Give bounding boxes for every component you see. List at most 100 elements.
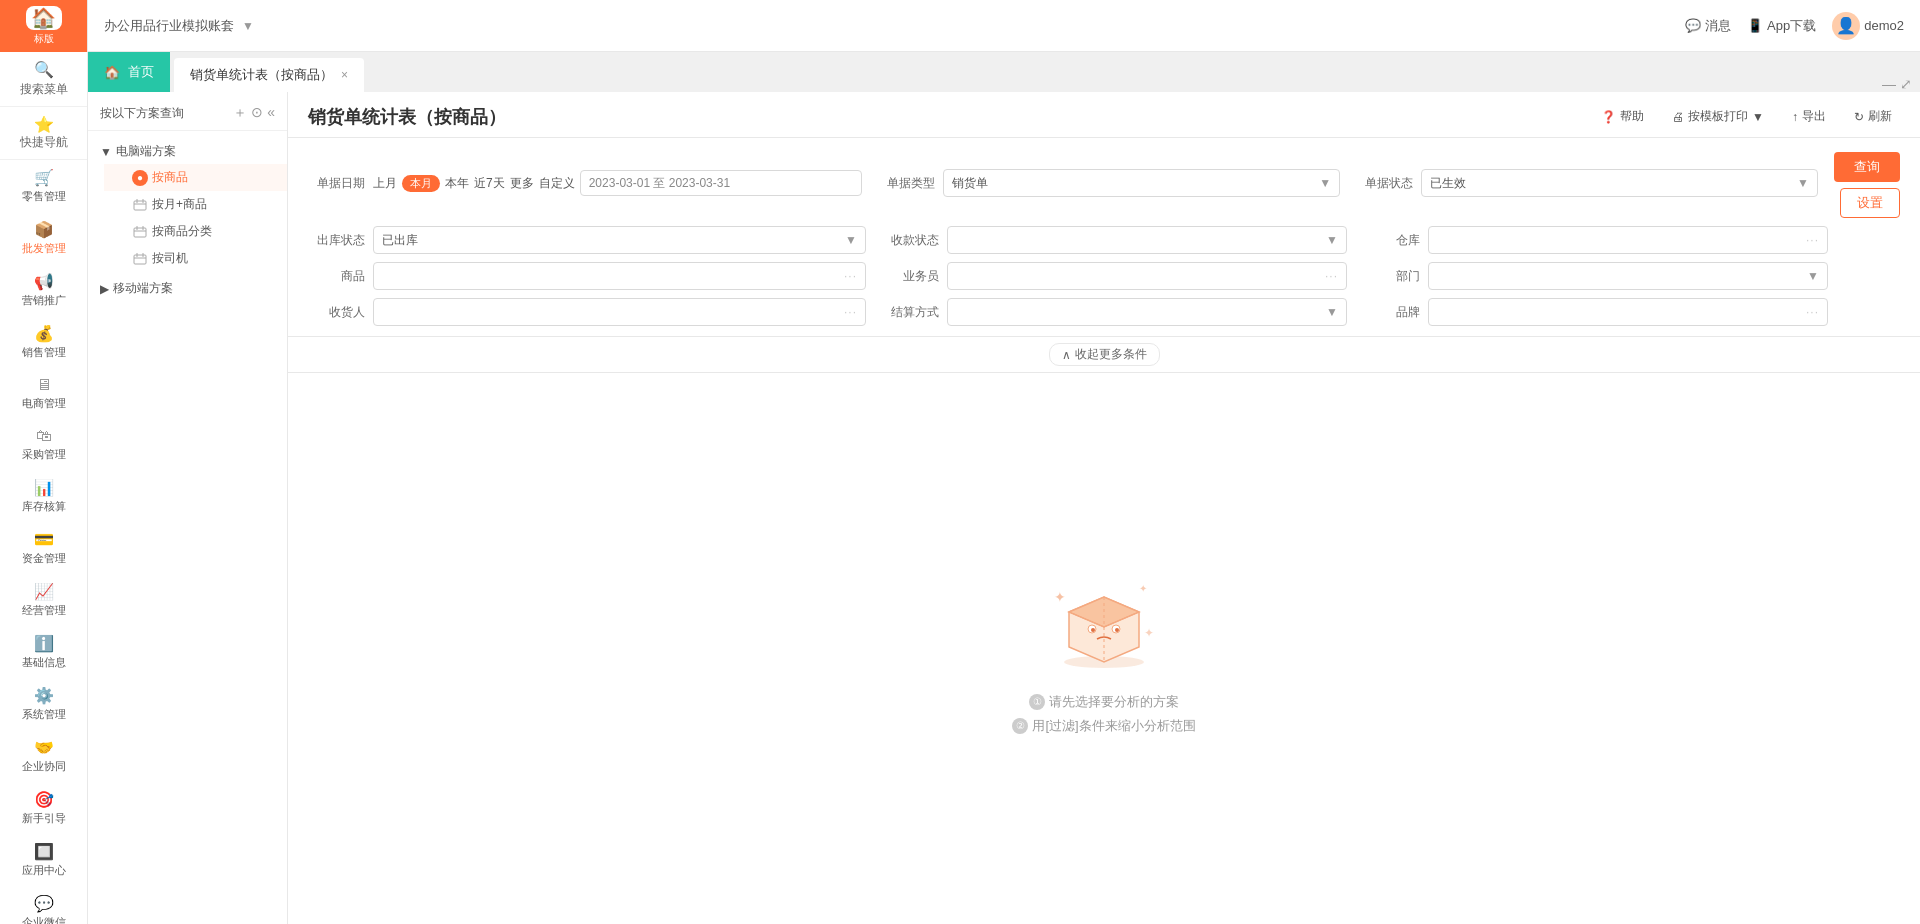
department-label: 部门 bbox=[1363, 268, 1428, 285]
brand-select[interactable]: ··· bbox=[1428, 298, 1828, 326]
out-status-value: 已出库 bbox=[382, 232, 418, 249]
sidebar-item-ecom[interactable]: 🖥 电商管理 bbox=[0, 368, 87, 419]
date-this-year[interactable]: 本年 bbox=[445, 175, 469, 192]
settings-scheme-icon[interactable]: ⊙ bbox=[251, 104, 263, 122]
export-button[interactable]: ↑ 导出 bbox=[1784, 104, 1834, 129]
hint1-text: 请先选择要分析的方案 bbox=[1049, 693, 1179, 711]
receiver-cell: 收货人 ··· bbox=[308, 298, 866, 326]
tab-minimize-icon[interactable]: — bbox=[1882, 76, 1896, 92]
department-select[interactable]: ▼ bbox=[1428, 262, 1828, 290]
sidebar-item-inventory[interactable]: 📊 库存核算 bbox=[0, 470, 87, 522]
salesperson-select[interactable]: ··· bbox=[947, 262, 1347, 290]
collapse-panel-icon[interactable]: « bbox=[267, 104, 275, 122]
query-button[interactable]: 查询 bbox=[1834, 152, 1900, 182]
empty-state: ✦ ✦ ✦ ① 请先选择要分析的方案 ② 用[过滤]条件来缩小分析范围 bbox=[288, 373, 1920, 924]
receiver-select[interactable]: ··· bbox=[373, 298, 866, 326]
topbar-title: 办公用品行业模拟账套 bbox=[104, 17, 234, 35]
filter-tree-group-mobile-header[interactable]: ▶ 移动端方案 bbox=[88, 276, 287, 301]
tab-maximize-icon[interactable]: ⤢ bbox=[1900, 76, 1912, 92]
date-last-month[interactable]: 上月 bbox=[373, 175, 397, 192]
export-icon: ↑ bbox=[1792, 110, 1798, 124]
message-button[interactable]: 💬 消息 bbox=[1685, 17, 1731, 35]
sidebar-item-sales[interactable]: 💰 销售管理 bbox=[0, 316, 87, 368]
settings-button[interactable]: 设置 bbox=[1840, 188, 1900, 218]
svg-rect-8 bbox=[134, 255, 146, 264]
receipt-status-arrow-icon: ▼ bbox=[1326, 233, 1338, 247]
date-more[interactable]: 更多 bbox=[510, 175, 534, 192]
tab-home[interactable]: 🏠 首页 bbox=[88, 52, 170, 92]
sidebar-item-marketing[interactable]: 📢 营销推广 bbox=[0, 264, 87, 316]
filter-item-by-category[interactable]: 按商品分类 bbox=[104, 218, 287, 245]
month-product-label: 按月+商品 bbox=[152, 196, 207, 213]
payment-select[interactable]: ▼ bbox=[947, 298, 1347, 326]
filter-tree-group-pc: ▼ 电脑端方案 ● 按商品 按月+商品 bbox=[88, 139, 287, 272]
filter-item-by-cashier[interactable]: 按司机 bbox=[104, 245, 287, 272]
svg-text:✦: ✦ bbox=[1144, 626, 1154, 640]
receipt-status-select[interactable]: ▼ bbox=[947, 226, 1347, 254]
active-tab-label: 销货单统计表（按商品） bbox=[190, 66, 333, 84]
sidebar-item-enterprise[interactable]: 🤝 企业协同 bbox=[0, 730, 87, 782]
add-scheme-icon[interactable]: ＋ bbox=[233, 104, 247, 122]
home-icon: 🏠 bbox=[104, 65, 120, 80]
app-download-button[interactable]: 📱 App下载 bbox=[1747, 17, 1816, 35]
doc-status-select[interactable]: 已生效 ▼ bbox=[1421, 169, 1818, 197]
sidebar-item-purchase[interactable]: 🛍 采购管理 bbox=[0, 419, 87, 470]
query-buttons: 查询 设置 bbox=[1834, 148, 1900, 218]
product-cell: 商品 ··· bbox=[308, 262, 866, 290]
group-mobile-label: 移动端方案 bbox=[113, 280, 173, 297]
topbar-dropdown-icon[interactable]: ▼ bbox=[242, 19, 254, 33]
expand-icon: ▼ bbox=[100, 145, 112, 159]
collapse-button[interactable]: ∧ 收起更多条件 bbox=[1049, 343, 1160, 366]
help-button[interactable]: ❓ 帮助 bbox=[1593, 104, 1652, 129]
sidebar-item-finance[interactable]: 💳 资金管理 bbox=[0, 522, 87, 574]
refresh-icon: ↻ bbox=[1854, 110, 1864, 124]
sidebar-item-system[interactable]: ⚙️ 系统管理 bbox=[0, 678, 87, 730]
template-print-button[interactable]: 🖨 按模板打印 ▼ bbox=[1664, 104, 1772, 129]
export-label: 导出 bbox=[1802, 108, 1826, 125]
sidebar-item-guide[interactable]: 🎯 新手引导 bbox=[0, 782, 87, 834]
doc-type-select[interactable]: 销货单 ▼ bbox=[943, 169, 1340, 197]
sidebar-item-basic[interactable]: ℹ️ 基础信息 bbox=[0, 626, 87, 678]
brand-label: 品牌 bbox=[1363, 304, 1428, 321]
hint2-num: ② bbox=[1012, 718, 1028, 734]
filter-tree-sub-pc: ● 按商品 按月+商品 bbox=[88, 164, 287, 272]
category-icon bbox=[132, 224, 148, 240]
svg-point-15 bbox=[1091, 628, 1095, 632]
page-title: 销货单统计表（按商品） bbox=[308, 105, 506, 129]
out-status-select[interactable]: 已出库 ▼ bbox=[373, 226, 866, 254]
tab-active[interactable]: 销货单统计表（按商品） × bbox=[174, 58, 364, 92]
product-label: 商品 bbox=[308, 268, 373, 285]
date-this-month-badge[interactable]: 本月 bbox=[402, 175, 440, 192]
sidebar-item-operation[interactable]: 📈 经营管理 bbox=[0, 574, 87, 626]
filter-panel: 按以下方案查询 ＋ ⊙ « ▼ 电脑端方案 ● 按商品 bbox=[88, 92, 288, 924]
sidebar-item-wechat[interactable]: 💬 企业微信 bbox=[0, 886, 87, 924]
sidebar-item-appstore[interactable]: 🔲 应用中心 bbox=[0, 834, 87, 886]
sidebar-item-retail[interactable]: 🛒 零售管理 bbox=[0, 160, 87, 212]
sidebar-search[interactable]: 🔍 搜索菜单 bbox=[0, 52, 87, 107]
filter-item-by-month-product[interactable]: 按月+商品 bbox=[104, 191, 287, 218]
topbar-left: 办公用品行业模拟账套 ▼ bbox=[104, 17, 254, 35]
user-label: demo2 bbox=[1864, 18, 1904, 33]
out-status-cell: 出库状态 已出库 ▼ bbox=[308, 226, 866, 254]
sidebar-quicknav[interactable]: ⭐ 快捷导航 bbox=[0, 107, 87, 160]
sidebar: 🏠 标版 🔍 搜索菜单 ⭐ 快捷导航 🛒 零售管理 📦 批发管理 📢 营销推广 … bbox=[0, 0, 88, 924]
content-area: 按以下方案查询 ＋ ⊙ « ▼ 电脑端方案 ● 按商品 bbox=[88, 92, 1920, 924]
date-7days[interactable]: 近7天 bbox=[474, 175, 505, 192]
filter-row-4: 收货人 ··· 结算方式 ▼ bbox=[308, 298, 1900, 326]
date-custom[interactable]: 自定义 bbox=[539, 175, 575, 192]
filter-item-by-product[interactable]: ● 按商品 bbox=[104, 164, 287, 191]
sidebar-item-wholesale[interactable]: 📦 批发管理 bbox=[0, 212, 87, 264]
refresh-button[interactable]: ↻ 刷新 bbox=[1846, 104, 1900, 129]
category-label: 按商品分类 bbox=[152, 223, 212, 240]
date-range-input[interactable]: 2023-03-01 至 2023-03-31 bbox=[580, 170, 863, 196]
filter-tree-group-pc-header[interactable]: ▼ 电脑端方案 bbox=[88, 139, 287, 164]
doc-status-arrow-icon: ▼ bbox=[1797, 176, 1809, 190]
product-select[interactable]: ··· bbox=[373, 262, 866, 290]
quicknav-label: 快捷导航 bbox=[20, 134, 68, 151]
empty-hint-2: ② 用[过滤]条件来缩小分析范围 bbox=[1012, 717, 1195, 735]
user-profile[interactable]: 👤 demo2 bbox=[1832, 12, 1904, 40]
filter-main: 单据日期 上月 本月 本年 近7天 更多 自定义 2023-03-01 至 20… bbox=[288, 138, 1920, 337]
doc-type-value: 销货单 bbox=[952, 175, 988, 192]
tab-close-icon[interactable]: × bbox=[341, 68, 348, 82]
warehouse-select[interactable]: ··· bbox=[1428, 226, 1828, 254]
